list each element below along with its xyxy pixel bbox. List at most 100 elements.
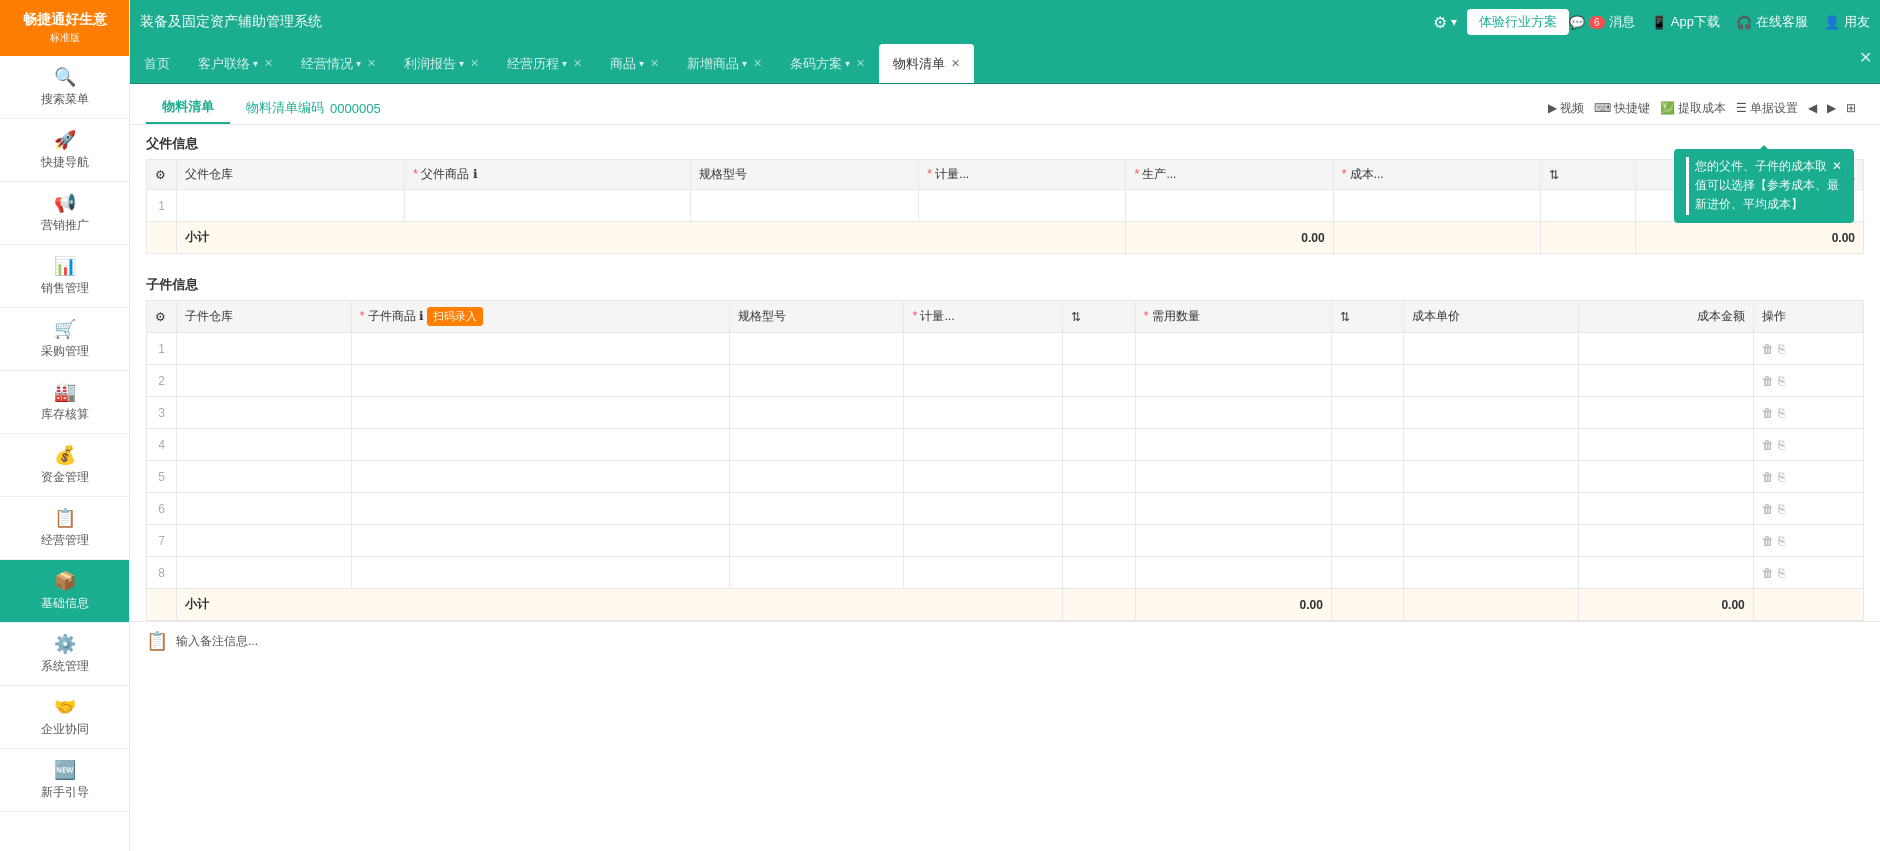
delete-icon-5[interactable]: 🗑 (1762, 470, 1774, 484)
child-cell-quantity-7[interactable] (1135, 525, 1331, 557)
sidebar-item-sales[interactable]: 📊销售管理 (0, 245, 129, 308)
child-cell-unit-6[interactable] (904, 493, 1063, 525)
delete-icon-6[interactable]: 🗑 (1762, 502, 1774, 516)
child-cell-spec-4[interactable] (729, 429, 904, 461)
child-th-sort2[interactable]: ⇅ (1331, 301, 1404, 333)
child-cell-quantity-4[interactable] (1135, 429, 1331, 461)
child-cell-unit-5[interactable] (904, 461, 1063, 493)
child-cell-spec-5[interactable] (729, 461, 904, 493)
nav-tab-close-operation[interactable]: ✕ (367, 57, 376, 70)
child-cell-spec-6[interactable] (729, 493, 904, 525)
delete-icon-1[interactable]: 🗑 (1762, 342, 1774, 356)
child-cell-goods-5[interactable] (351, 461, 729, 493)
parent-cell-goods-1[interactable] (405, 190, 691, 222)
sidebar-item-marketing[interactable]: 📢营销推广 (0, 182, 129, 245)
shortcut-item[interactable]: ⌨ 快捷键 (1594, 100, 1650, 117)
child-cell-warehouse-4[interactable] (177, 429, 352, 461)
nav-tab-close-new-goods[interactable]: ✕ (753, 57, 762, 70)
child-cell-unit-cost-5[interactable] (1404, 461, 1579, 493)
child-cell-spec-3[interactable] (729, 397, 904, 429)
child-th-settings[interactable]: ⚙ (147, 301, 177, 333)
user-item[interactable]: 👤 用友 (1824, 13, 1870, 31)
parent-th-settings[interactable]: ⚙ (147, 160, 177, 190)
subtab-bom-list[interactable]: 物料清单 (146, 92, 230, 124)
child-cell-action-4[interactable]: 🗑 ⎘ (1753, 429, 1863, 461)
child-cell-unit-cost-2[interactable] (1404, 365, 1579, 397)
extract-cost-item[interactable]: 💹 提取成本 (1660, 100, 1726, 117)
sidebar-item-purchase[interactable]: 🛒采购管理 (0, 308, 129, 371)
child-cell-action-5[interactable]: 🗑 ⎘ (1753, 461, 1863, 493)
copy-icon-6[interactable]: ⎘ (1778, 502, 1785, 516)
child-cell-warehouse-2[interactable] (177, 365, 352, 397)
parent-cell-production-1[interactable] (1126, 190, 1333, 222)
child-cell-goods-7[interactable] (351, 525, 729, 557)
child-cell-quantity-2[interactable] (1135, 365, 1331, 397)
online-service-item[interactable]: 🎧 在线客服 (1736, 13, 1808, 31)
child-cell-unit-7[interactable] (904, 525, 1063, 557)
delete-icon-3[interactable]: 🗑 (1762, 406, 1774, 420)
nav-tab-close-customer[interactable]: ✕ (264, 57, 273, 70)
delete-icon-2[interactable]: 🗑 (1762, 374, 1774, 388)
child-cell-warehouse-5[interactable] (177, 461, 352, 493)
nav-tab-home[interactable]: 首页 (130, 44, 184, 84)
child-cell-unit-cost-8[interactable] (1404, 557, 1579, 589)
copy-icon-3[interactable]: ⎘ (1778, 406, 1785, 420)
nav-tab-customer[interactable]: 客户联络▾✕ (184, 44, 287, 84)
nav-tab-new-goods[interactable]: 新增商品▾✕ (673, 44, 776, 84)
sidebar-item-quick-nav[interactable]: 🚀快捷导航 (0, 119, 129, 182)
nav-tab-close-bom[interactable]: ✕ (951, 57, 960, 70)
parent-cell-cost-1[interactable] (1333, 190, 1540, 222)
child-cell-unit-3[interactable] (904, 397, 1063, 429)
copy-icon-8[interactable]: ⎘ (1778, 566, 1785, 580)
child-cell-warehouse-3[interactable] (177, 397, 352, 429)
nav-tab-operation[interactable]: 经营情况▾✕ (287, 44, 390, 84)
parent-cell-warehouse-1[interactable] (177, 190, 405, 222)
child-cell-unit-cost-7[interactable] (1404, 525, 1579, 557)
scan-button[interactable]: 扫码录入 (427, 307, 483, 326)
child-cell-unit-cost-6[interactable] (1404, 493, 1579, 525)
nav-tab-history[interactable]: 经营历程▾✕ (493, 44, 596, 84)
child-th-sort[interactable]: ⇅ (1063, 301, 1136, 333)
child-cell-warehouse-7[interactable] (177, 525, 352, 557)
nav-tab-close-goods[interactable]: ✕ (650, 57, 659, 70)
child-cell-unit-4[interactable] (904, 429, 1063, 461)
delete-icon-8[interactable]: 🗑 (1762, 566, 1774, 580)
child-cell-action-1[interactable]: 🗑 ⎘ (1753, 333, 1863, 365)
copy-icon-2[interactable]: ⎘ (1778, 374, 1785, 388)
gear-button[interactable]: ⚙ (1433, 13, 1447, 32)
child-cell-action-2[interactable]: 🗑 ⎘ (1753, 365, 1863, 397)
nav-tab-close-barcode[interactable]: ✕ (856, 57, 865, 70)
child-cell-spec-8[interactable] (729, 557, 904, 589)
child-cell-action-7[interactable]: 🗑 ⎘ (1753, 525, 1863, 557)
parent-th-sortasc[interactable]: ⇅ (1540, 160, 1635, 190)
child-cell-unit-cost-3[interactable] (1404, 397, 1579, 429)
child-cell-quantity-5[interactable] (1135, 461, 1331, 493)
delete-icon-7[interactable]: 🗑 (1762, 534, 1774, 548)
child-cell-unit-cost-4[interactable] (1404, 429, 1579, 461)
child-cell-action-6[interactable]: 🗑 ⎘ (1753, 493, 1863, 525)
nav-tab-close-profit[interactable]: ✕ (470, 57, 479, 70)
sidebar-item-guide[interactable]: 🆕新手引导 (0, 749, 129, 812)
child-cell-goods-3[interactable] (351, 397, 729, 429)
message-item[interactable]: 💬 6 消息 (1569, 13, 1635, 31)
close-nav-button[interactable]: ✕ (1851, 44, 1880, 71)
child-cell-spec-1[interactable] (729, 333, 904, 365)
child-cell-quantity-3[interactable] (1135, 397, 1331, 429)
child-cell-unit-8[interactable] (904, 557, 1063, 589)
sidebar-item-system[interactable]: ⚙️系统管理 (0, 623, 129, 686)
copy-icon-4[interactable]: ⎘ (1778, 438, 1785, 452)
child-cell-quantity-6[interactable] (1135, 493, 1331, 525)
copy-icon-5[interactable]: ⎘ (1778, 470, 1785, 484)
nav-tab-barcode[interactable]: 条码方案▾✕ (776, 44, 879, 84)
experience-button[interactable]: 体验行业方案 (1467, 9, 1569, 35)
nav-tab-close-history[interactable]: ✕ (573, 57, 582, 70)
nav-tab-goods[interactable]: 商品▾✕ (596, 44, 673, 84)
parent-cell-unit-1[interactable] (919, 190, 1126, 222)
sidebar-item-business[interactable]: 📋经营管理 (0, 497, 129, 560)
child-cell-spec-2[interactable] (729, 365, 904, 397)
child-cell-quantity-1[interactable] (1135, 333, 1331, 365)
nav-prev[interactable]: ◀ (1808, 101, 1817, 115)
video-item[interactable]: ▶ 视频 (1548, 100, 1584, 117)
child-cell-goods-6[interactable] (351, 493, 729, 525)
sidebar-item-enterprise[interactable]: 🤝企业协同 (0, 686, 129, 749)
